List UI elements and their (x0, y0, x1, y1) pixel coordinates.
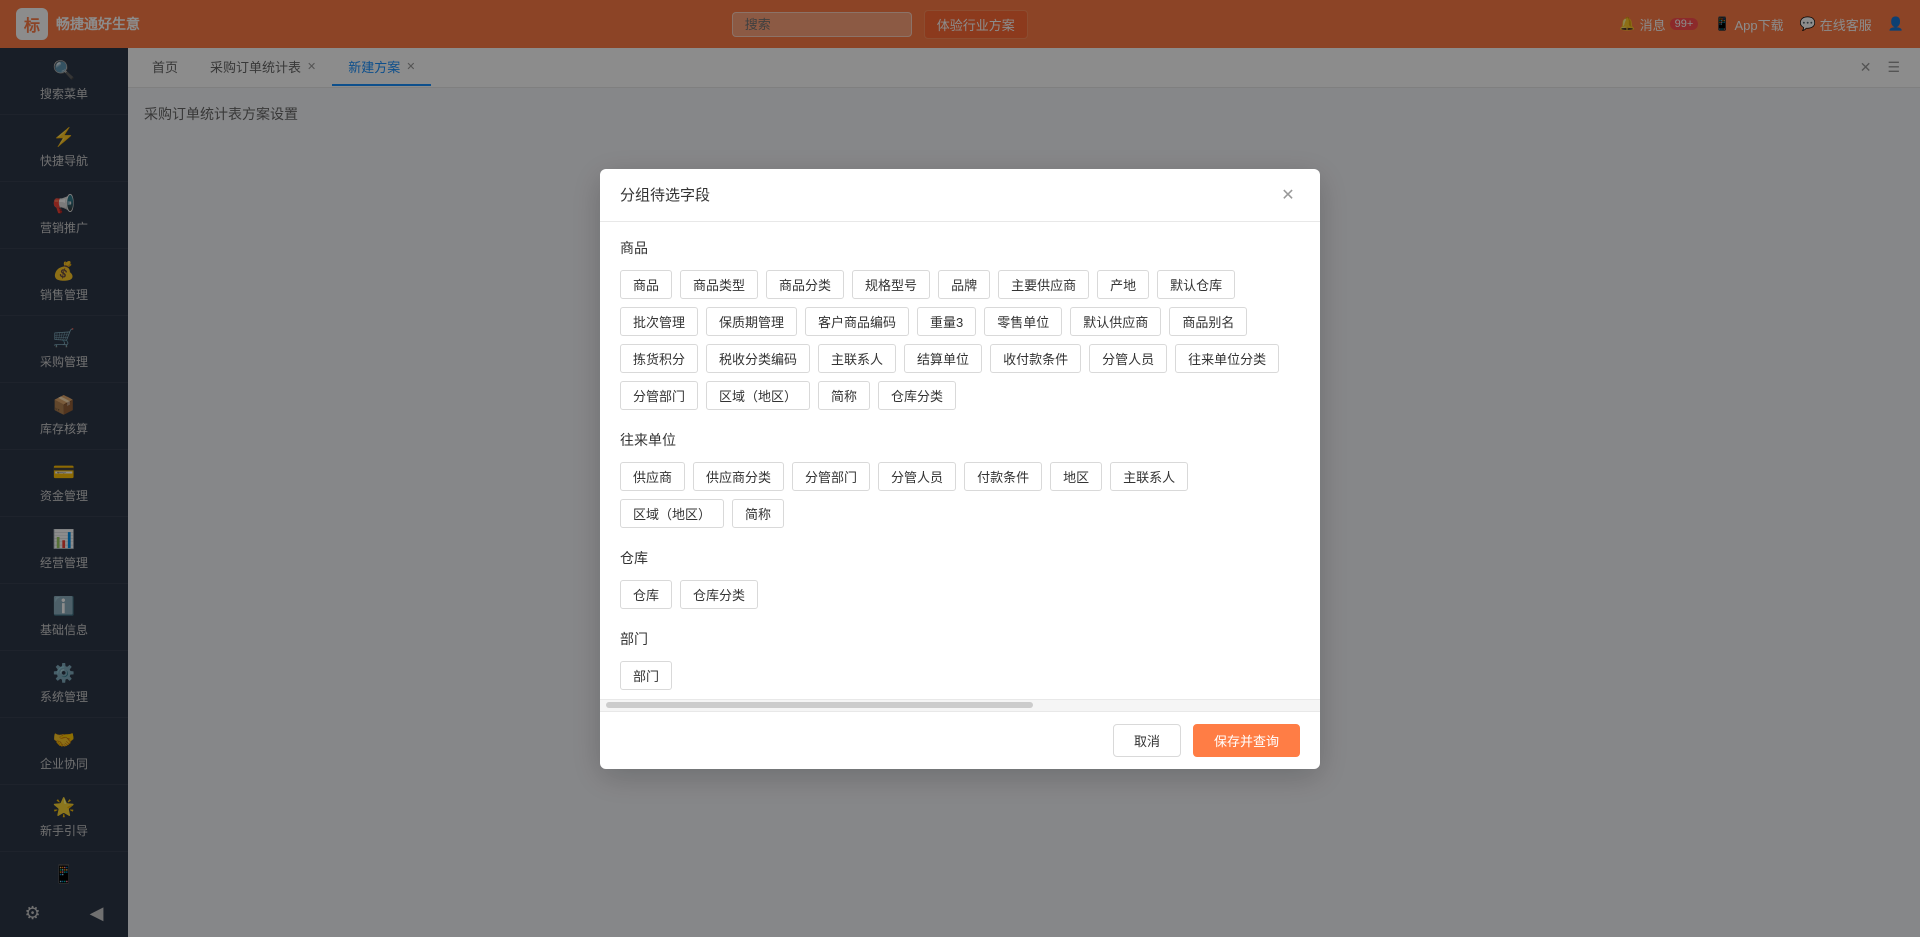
section-2: 仓库仓库仓库分类 (620, 548, 1300, 609)
field-tag-0-6[interactable]: 产地 (1097, 270, 1149, 299)
field-tag-0-19[interactable]: 收付款条件 (990, 344, 1081, 373)
modal-hscroll (600, 699, 1320, 711)
field-tag-0-5[interactable]: 主要供应商 (998, 270, 1089, 299)
field-tag-0-7[interactable]: 默认仓库 (1157, 270, 1235, 299)
field-tag-1-1[interactable]: 供应商分类 (693, 462, 784, 491)
section-0: 商品商品商品类型商品分类规格型号品牌主要供应商产地默认仓库批次管理保质期管理客户… (620, 238, 1300, 410)
field-tag-0-1[interactable]: 商品类型 (680, 270, 758, 299)
field-tag-0-24[interactable]: 简称 (818, 381, 870, 410)
field-tag-0-9[interactable]: 保质期管理 (706, 307, 797, 336)
field-tag-0-15[interactable]: 拣货积分 (620, 344, 698, 373)
section-title-0: 商品 (620, 238, 1300, 258)
field-tag-0-3[interactable]: 规格型号 (852, 270, 930, 299)
section-1: 往来单位供应商供应商分类分管部门分管人员付款条件地区主联系人区域（地区） 简称 (620, 430, 1300, 528)
field-tag-0-14[interactable]: 商品别名 (1169, 307, 1247, 336)
modal-title: 分组待选字段 (620, 184, 710, 205)
section-tags-1: 供应商供应商分类分管部门分管人员付款条件地区主联系人区域（地区） 简称 (620, 462, 1300, 528)
field-tag-0-2[interactable]: 商品分类 (766, 270, 844, 299)
hscroll-bar (606, 702, 1033, 708)
modal-close-button[interactable]: ✕ (1276, 183, 1300, 207)
section-tags-3: 部门 (620, 661, 1300, 690)
field-tag-0-13[interactable]: 默认供应商 (1070, 307, 1161, 336)
modal-overlay: 分组待选字段 ✕ 商品商品商品类型商品分类规格型号品牌主要供应商产地默认仓库批次… (0, 0, 1920, 937)
field-tag-1-0[interactable]: 供应商 (620, 462, 685, 491)
field-tag-0-18[interactable]: 结算单位 (904, 344, 982, 373)
field-tag-0-12[interactable]: 零售单位 (984, 307, 1062, 336)
field-tag-1-2[interactable]: 分管部门 (792, 462, 870, 491)
modal-body[interactable]: 商品商品商品类型商品分类规格型号品牌主要供应商产地默认仓库批次管理保质期管理客户… (600, 222, 1320, 699)
field-tag-1-4[interactable]: 付款条件 (964, 462, 1042, 491)
field-tag-1-7[interactable]: 区域（地区） (620, 499, 724, 528)
field-tag-0-4[interactable]: 品牌 (938, 270, 990, 299)
field-tag-0-22[interactable]: 分管部门 (620, 381, 698, 410)
section-3: 部门部门 (620, 629, 1300, 690)
field-tag-0-0[interactable]: 商品 (620, 270, 672, 299)
section-tags-2: 仓库仓库分类 (620, 580, 1300, 609)
section-title-1: 往来单位 (620, 430, 1300, 450)
field-tag-1-3[interactable]: 分管人员 (878, 462, 956, 491)
field-tag-1-6[interactable]: 主联系人 (1110, 462, 1188, 491)
section-title-2: 仓库 (620, 548, 1300, 568)
field-tag-0-17[interactable]: 主联系人 (818, 344, 896, 373)
confirm-button[interactable]: 保存并查询 (1193, 724, 1300, 757)
field-tag-2-0[interactable]: 仓库 (620, 580, 672, 609)
field-tag-2-1[interactable]: 仓库分类 (680, 580, 758, 609)
field-tag-0-16[interactable]: 税收分类编码 (706, 344, 810, 373)
field-tag-1-5[interactable]: 地区 (1050, 462, 1102, 491)
modal-dialog: 分组待选字段 ✕ 商品商品商品类型商品分类规格型号品牌主要供应商产地默认仓库批次… (600, 169, 1320, 769)
section-title-3: 部门 (620, 629, 1300, 649)
field-tag-0-21[interactable]: 往来单位分类 (1175, 344, 1279, 373)
field-tag-0-10[interactable]: 客户商品编码 (805, 307, 909, 336)
section-tags-0: 商品商品类型商品分类规格型号品牌主要供应商产地默认仓库批次管理保质期管理客户商品… (620, 270, 1300, 410)
field-tag-3-0[interactable]: 部门 (620, 661, 672, 690)
field-tag-1-8[interactable]: 简称 (732, 499, 784, 528)
modal-header: 分组待选字段 ✕ (600, 169, 1320, 222)
modal-footer: 取消 保存并查询 (600, 711, 1320, 769)
field-tag-0-11[interactable]: 重量3 (917, 307, 976, 336)
field-tag-0-8[interactable]: 批次管理 (620, 307, 698, 336)
cancel-button[interactable]: 取消 (1113, 724, 1181, 757)
field-tag-0-20[interactable]: 分管人员 (1089, 344, 1167, 373)
field-tag-0-23[interactable]: 区域（地区） (706, 381, 810, 410)
field-tag-0-25[interactable]: 仓库分类 (878, 381, 956, 410)
